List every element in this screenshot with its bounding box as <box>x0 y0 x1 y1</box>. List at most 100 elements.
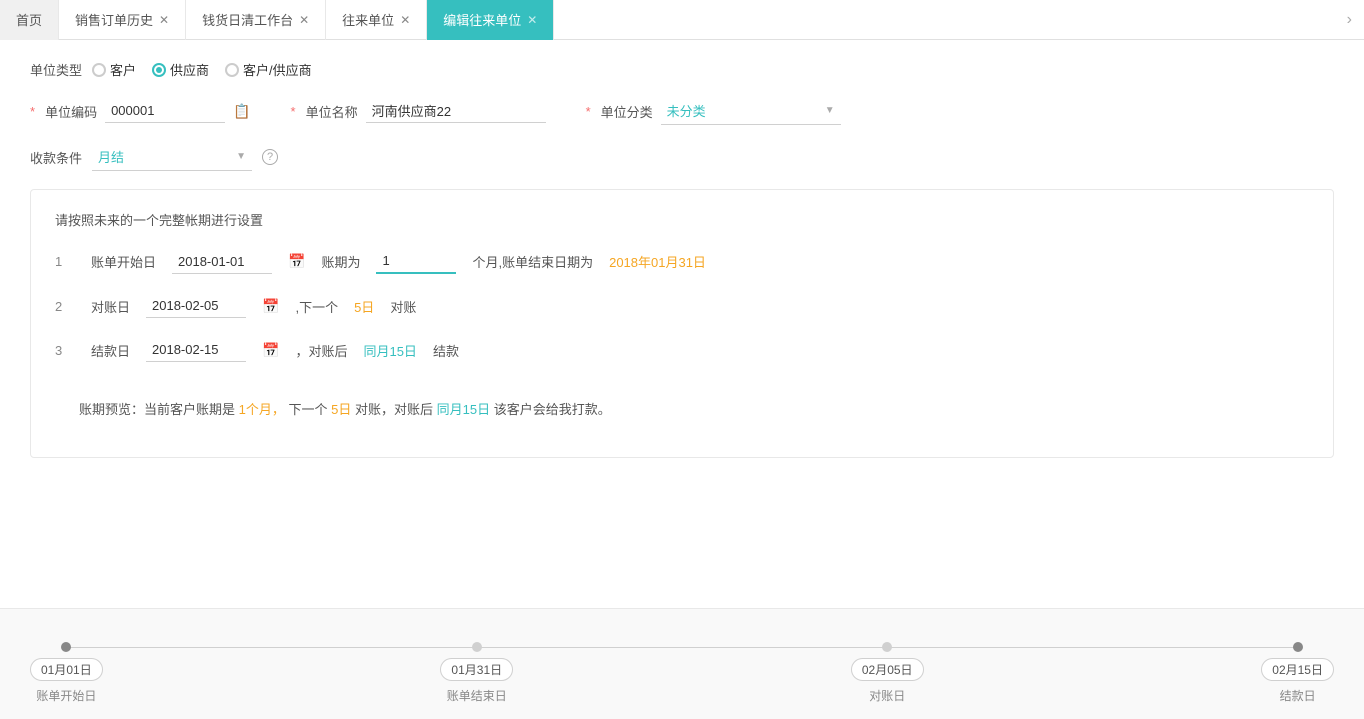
unit-category-label: 单位分类 <box>601 102 653 121</box>
payment-terms-row: 收款条件 月结 ▼ ? <box>30 143 1334 171</box>
row-3-prefix: ，对账后 <box>295 341 347 360</box>
row-3-suffix: 结款 <box>433 341 459 360</box>
unit-name-required-star: * <box>291 104 296 119</box>
tab-edit-partner[interactable]: 编辑往来单位 ✕ <box>427 0 554 40</box>
timeline-label-4: 结款日 <box>1280 687 1316 704</box>
timeline-node-1: 01月01日 账单开始日 <box>30 629 103 704</box>
unit-code-field: * 单位编码 📋 <box>30 99 251 123</box>
unit-code-icon[interactable]: 📋 <box>233 103 250 120</box>
tab-edit-partner-label: 编辑往来单位 <box>443 10 521 29</box>
timeline-label-2: 账单结束日 <box>447 687 507 704</box>
timeline-node-3: 02月05日 对账日 <box>851 629 924 704</box>
payment-terms-dropdown[interactable]: 月结 ▼ <box>92 143 252 171</box>
preview-prefix: 账期预览：当前客户账期是 <box>79 402 235 417</box>
fields-row-main: * 单位编码 📋 * 单位名称 * 单位分类 未分类 ▼ <box>30 97 1334 125</box>
radio-customer-label: 客户 <box>110 60 136 79</box>
help-icon[interactable]: ? <box>262 149 278 165</box>
tab-cashier-close[interactable]: ✕ <box>299 13 309 27</box>
unit-type-radio-group: 客户 供应商 客户/供应商 <box>92 60 312 79</box>
settings-box: 请按照未来的一个完整帐期进行设置 1 账单开始日 📅 账期为 个月,账单结束日期… <box>30 189 1334 458</box>
row-3-num: 3 <box>55 343 75 358</box>
row-1-period-input[interactable] <box>376 249 456 274</box>
timeline-badge-4: 02月15日 <box>1261 658 1334 681</box>
timeline-label-3: 对账日 <box>869 687 905 704</box>
radio-customer[interactable]: 客户 <box>92 60 136 79</box>
tab-partner[interactable]: 往来单位 ✕ <box>326 0 427 40</box>
payment-terms-arrow-icon: ▼ <box>236 151 246 162</box>
row-1-period-unit: 个月,账单结束日期为 <box>472 252 593 271</box>
unit-name-label: 单位名称 <box>306 102 358 121</box>
timeline-badge-3: 02月05日 <box>851 658 924 681</box>
unit-category-required-star: * <box>586 104 591 119</box>
unit-category-value: 未分类 <box>667 101 821 120</box>
row-2-prefix: ,下一个 <box>295 297 338 316</box>
radio-supplier-label: 供应商 <box>170 60 209 79</box>
timeline-badge-2: 01月31日 <box>440 658 513 681</box>
unit-type-label: 单位类型 <box>30 60 82 79</box>
preview-pay: 同月15日 <box>437 402 490 417</box>
settings-title: 请按照未来的一个完整帐期进行设置 <box>55 210 1309 229</box>
timeline-dot-2 <box>472 642 482 652</box>
settings-row-3: 3 结款日 📅 ，对账后 同月15日 结款 <box>55 338 1309 362</box>
tab-partner-close[interactable]: ✕ <box>400 13 410 27</box>
preview-period: 1个月， <box>239 402 285 417</box>
tab-cashier[interactable]: 钱货日清工作台 ✕ <box>186 0 326 40</box>
preview-suffix: 该客户会给我打款。 <box>494 402 611 417</box>
preview-mid: 下一个 <box>289 402 328 417</box>
row-1-end-date: 2018年01月31日 <box>609 252 706 271</box>
row-3-calendar-icon[interactable]: 📅 <box>262 342 279 359</box>
radio-supplier-circle <box>152 63 166 77</box>
unit-type-row: 单位类型 客户 供应商 客户/供应商 <box>30 60 1334 79</box>
tabs-scroll-right[interactable]: › <box>1335 11 1364 29</box>
tabs-bar: 首页 销售订单历史 ✕ 钱货日清工作台 ✕ 往来单位 ✕ 编辑往来单位 ✕ › <box>0 0 1364 40</box>
timeline-dot-3 <box>882 642 892 652</box>
tab-sales-order-close[interactable]: ✕ <box>159 13 169 27</box>
unit-category-dropdown[interactable]: 未分类 ▼ <box>661 97 841 125</box>
timeline-badge-1: 01月01日 <box>30 658 103 681</box>
timeline-node-4: 02月15日 结款日 <box>1261 629 1334 704</box>
payment-terms-label: 收款条件 <box>30 148 82 167</box>
tab-home[interactable]: 首页 <box>0 0 59 40</box>
preview-day: 5日 <box>331 402 351 417</box>
row-1-calendar-icon[interactable]: 📅 <box>288 253 305 270</box>
timeline-dot-1 <box>61 642 71 652</box>
row-1-suffix-text: 账期为 <box>321 252 360 271</box>
preview-text2: 对账，对账后 <box>355 402 433 417</box>
radio-customer-supplier[interactable]: 客户/供应商 <box>225 60 312 79</box>
timeline-wrapper: 01月01日 账单开始日 01月31日 账单结束日 02月05日 对账日 02月… <box>0 608 1364 719</box>
row-1-num: 1 <box>55 254 75 269</box>
settings-row-1: 1 账单开始日 📅 账期为 个月,账单结束日期为 2018年01月31日 <box>55 249 1309 274</box>
unit-name-input[interactable] <box>366 99 546 123</box>
row-2-calendar-icon[interactable]: 📅 <box>262 298 279 315</box>
unit-category-arrow-icon: ▼ <box>825 105 835 116</box>
tab-edit-partner-close[interactable]: ✕ <box>527 13 537 27</box>
row-1-date-input[interactable] <box>172 250 272 274</box>
tab-partner-label: 往来单位 <box>342 10 394 29</box>
row-2-num: 2 <box>55 299 75 314</box>
row-2-date-input[interactable] <box>146 294 246 318</box>
tab-home-label: 首页 <box>16 10 42 29</box>
radio-customer-supplier-label: 客户/供应商 <box>243 60 312 79</box>
row-2-suffix: 对账 <box>390 297 416 316</box>
main-content: 单位类型 客户 供应商 客户/供应商 * 单位编码 📋 * 单位名称 <box>0 40 1364 608</box>
payment-terms-value: 月结 <box>98 147 232 166</box>
timeline-node-2: 01月31日 账单结束日 <box>440 629 513 704</box>
radio-supplier[interactable]: 供应商 <box>152 60 209 79</box>
unit-name-field: * 单位名称 <box>291 99 546 123</box>
timeline-section: 01月01日 账单开始日 01月31日 账单结束日 02月05日 对账日 02月… <box>0 609 1364 719</box>
row-3-date-input[interactable] <box>146 338 246 362</box>
radio-customer-supplier-circle <box>225 63 239 77</box>
tab-cashier-label: 钱货日清工作台 <box>202 10 293 29</box>
row-3-highlight: 同月15日 <box>363 341 416 360</box>
unit-code-input[interactable] <box>105 99 225 123</box>
unit-code-label: 单位编码 <box>45 102 97 121</box>
tab-sales-order[interactable]: 销售订单历史 ✕ <box>59 0 186 40</box>
row-2-label: 对账日 <box>91 297 130 316</box>
unit-category-field: * 单位分类 未分类 ▼ <box>586 97 841 125</box>
settings-row-2: 2 对账日 📅 ,下一个 5日 对账 <box>55 294 1309 318</box>
row-2-highlight: 5日 <box>354 297 374 316</box>
preview-section: 账期预览：当前客户账期是 1个月， 下一个 5日 对账，对账后 同月15日 该客… <box>55 382 1309 437</box>
timeline-dot-4 <box>1293 642 1303 652</box>
timeline-label-1: 账单开始日 <box>36 687 96 704</box>
radio-customer-circle <box>92 63 106 77</box>
